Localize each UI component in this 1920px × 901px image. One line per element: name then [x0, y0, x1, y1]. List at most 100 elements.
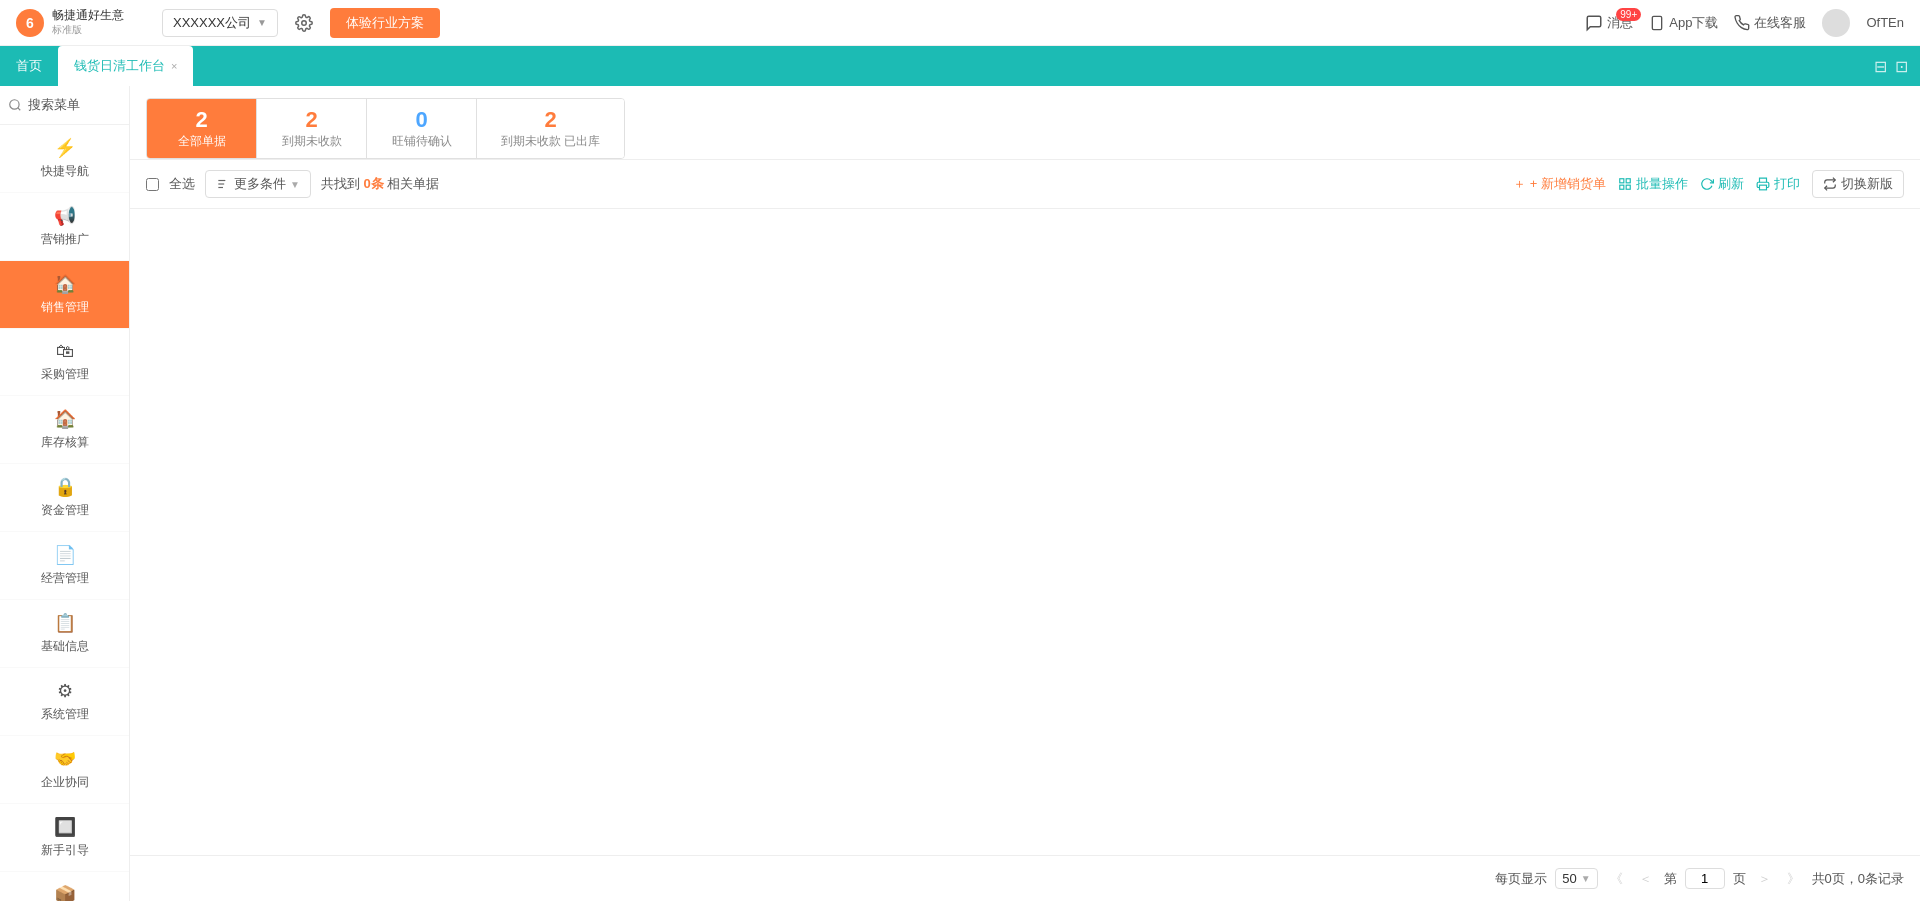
- select-all-label: 全选: [169, 175, 195, 193]
- avatar-name: OfTEn: [1866, 15, 1904, 30]
- sidebar-item-purchase-label: 采购管理: [41, 366, 89, 383]
- sidebar-item-inventory-label: 库存核算: [41, 434, 89, 451]
- stat-tab-overdue[interactable]: 2 到期未收款: [257, 99, 367, 158]
- tab-bar: 首页 钱货日清工作台 × ⊟ ⊡: [0, 46, 1920, 86]
- online-service-item[interactable]: 在线客服: [1734, 14, 1806, 32]
- sidebar-search-label: 搜索菜单: [28, 96, 80, 114]
- filter-label: 更多条件: [234, 175, 286, 193]
- table-area: [130, 209, 1920, 855]
- add-sale-order-button[interactable]: ＋ + 新增销货单: [1513, 175, 1606, 193]
- svg-rect-1: [1653, 16, 1662, 29]
- print-label: 打印: [1774, 175, 1800, 193]
- stat-label-overdue: 到期未收款: [282, 134, 342, 148]
- app-center-icon: 📦: [54, 884, 76, 901]
- sidebar-item-cooperation[interactable]: 🤝 企业协同: [0, 736, 129, 804]
- sidebar-search[interactable]: 搜索菜单: [0, 86, 129, 125]
- stat-num-overdue: 2: [281, 107, 342, 133]
- toolbar-left: 全选 更多条件 ▼ 共找到 0条 相关单据: [146, 170, 439, 198]
- sidebar-item-basic-info[interactable]: 📋 基础信息: [0, 600, 129, 668]
- app-download-item[interactable]: App下载: [1649, 14, 1718, 32]
- sidebar: 搜索菜单 ⚡ 快捷导航 📢 营销推广 🏠 销售管理 🛍 采购管理 🏠 库存核算 …: [0, 86, 130, 901]
- finance-icon: 🔒: [54, 476, 76, 498]
- avatar[interactable]: [1822, 9, 1850, 37]
- per-page-value: 50: [1562, 871, 1576, 886]
- svg-rect-11: [1626, 185, 1630, 189]
- page-prev-button[interactable]: ＜: [1635, 868, 1656, 890]
- per-page-select[interactable]: 50 ▼: [1555, 868, 1597, 889]
- refresh-button[interactable]: 刷新: [1700, 175, 1744, 193]
- company-selector[interactable]: XXXXXX公司 ▼: [162, 9, 278, 37]
- pagination: 每页显示 50 ▼ 《 ＜ 第 页 ＞ 》 共0页，0条记录: [130, 855, 1920, 901]
- sidebar-item-inventory[interactable]: 🏠 库存核算: [0, 396, 129, 464]
- svg-point-0: [302, 20, 307, 25]
- tab-minimize-icon[interactable]: ⊟: [1874, 57, 1887, 76]
- tab-expand-icon[interactable]: ⊡: [1895, 57, 1908, 76]
- sidebar-item-basic-info-label: 基础信息: [41, 638, 89, 655]
- select-all-checkbox[interactable]: [146, 178, 159, 191]
- system-icon: ⚙: [57, 680, 73, 702]
- page-suffix: 页: [1733, 870, 1746, 888]
- stat-num-overdue-shipped: 2: [501, 107, 600, 133]
- message-item[interactable]: 消息 99+: [1585, 14, 1633, 32]
- filter-button[interactable]: 更多条件 ▼: [205, 170, 311, 198]
- inventory-icon: 🏠: [54, 408, 76, 430]
- filter-arrow: ▼: [290, 179, 300, 190]
- switch-version-button[interactable]: 切换新版: [1812, 170, 1904, 198]
- tab-active-label: 钱货日清工作台: [74, 57, 165, 75]
- page-last-button[interactable]: 》: [1783, 868, 1804, 890]
- sidebar-item-system-label: 系统管理: [41, 706, 89, 723]
- online-service-label: 在线客服: [1754, 14, 1806, 32]
- trial-button[interactable]: 体验行业方案: [330, 8, 440, 38]
- logo-sub: 标准版: [52, 23, 124, 37]
- header-center: XXXXXX公司 ▼ 体验行业方案: [146, 8, 1585, 38]
- batch-operation-button[interactable]: 批量操作: [1618, 175, 1688, 193]
- stat-tab-all[interactable]: 2 全部单据: [147, 99, 257, 158]
- quick-nav-icon: ⚡: [54, 137, 76, 159]
- batch-label: 批量操作: [1636, 175, 1688, 193]
- sidebar-item-sales[interactable]: 🏠 销售管理: [0, 261, 129, 329]
- sidebar-item-purchase[interactable]: 🛍 采购管理: [0, 329, 129, 396]
- stat-tab-overdue-shipped[interactable]: 2 到期未收款 已出库: [477, 99, 624, 158]
- settings-icon[interactable]: [290, 9, 318, 37]
- stat-num-pending: 0: [391, 107, 452, 133]
- svg-point-3: [10, 100, 19, 109]
- content-area: 2 全部单据 2 到期未收款 0 旺铺待确认 2 到期未收款 已出库: [130, 86, 1920, 901]
- purchase-icon: 🛍: [56, 341, 74, 362]
- tab-close-icon[interactable]: ×: [171, 60, 177, 72]
- svg-rect-12: [1760, 185, 1767, 190]
- stat-label-all: 全部单据: [178, 134, 226, 148]
- logo-area: 6 畅捷通好生意 标准版: [16, 8, 146, 38]
- logo-text-area: 畅捷通好生意 标准版: [52, 8, 124, 38]
- tab-home[interactable]: 首页: [0, 46, 58, 86]
- page-input[interactable]: [1685, 868, 1725, 889]
- sidebar-item-system[interactable]: ⚙ 系统管理: [0, 668, 129, 736]
- tab-active[interactable]: 钱货日清工作台 ×: [58, 46, 193, 86]
- sales-icon: 🏠: [54, 273, 76, 295]
- page-first-button[interactable]: 《: [1606, 868, 1627, 890]
- sidebar-item-operation-label: 经营管理: [41, 570, 89, 587]
- add-label: + 新增销货单: [1530, 175, 1606, 193]
- svg-line-4: [18, 108, 21, 111]
- stat-label-overdue-shipped: 到期未收款 已出库: [501, 134, 600, 148]
- sidebar-item-finance[interactable]: 🔒 资金管理: [0, 464, 129, 532]
- beginner-icon: 🔲: [54, 816, 76, 838]
- sidebar-item-marketing[interactable]: 📢 营销推广: [0, 193, 129, 261]
- header-right: 消息 99+ App下载 在线客服 OfTEn: [1585, 9, 1904, 37]
- found-count: 0条: [364, 176, 384, 191]
- sidebar-item-app-center[interactable]: 📦 应用中心: [0, 872, 129, 901]
- svg-rect-10: [1620, 185, 1624, 189]
- refresh-label: 刷新: [1718, 175, 1744, 193]
- sidebar-item-finance-label: 资金管理: [41, 502, 89, 519]
- sidebar-item-beginner[interactable]: 🔲 新手引导: [0, 804, 129, 872]
- sidebar-item-operation[interactable]: 📄 经营管理: [0, 532, 129, 600]
- page-total: 共0页，0条记录: [1812, 870, 1904, 888]
- toolbar-right: ＋ + 新增销货单 批量操作 刷新: [1513, 170, 1904, 198]
- main-layout: 搜索菜单 ⚡ 快捷导航 📢 营销推广 🏠 销售管理 🛍 采购管理 🏠 库存核算 …: [0, 86, 1920, 901]
- print-button[interactable]: 打印: [1756, 175, 1800, 193]
- sidebar-item-marketing-label: 营销推广: [41, 231, 89, 248]
- sidebar-item-quick-nav[interactable]: ⚡ 快捷导航: [0, 125, 129, 193]
- stat-tab-pending[interactable]: 0 旺铺待确认: [367, 99, 477, 158]
- logo-name: 畅捷通好生意: [52, 8, 124, 24]
- tab-home-label: 首页: [16, 57, 42, 75]
- page-next-button[interactable]: ＞: [1754, 868, 1775, 890]
